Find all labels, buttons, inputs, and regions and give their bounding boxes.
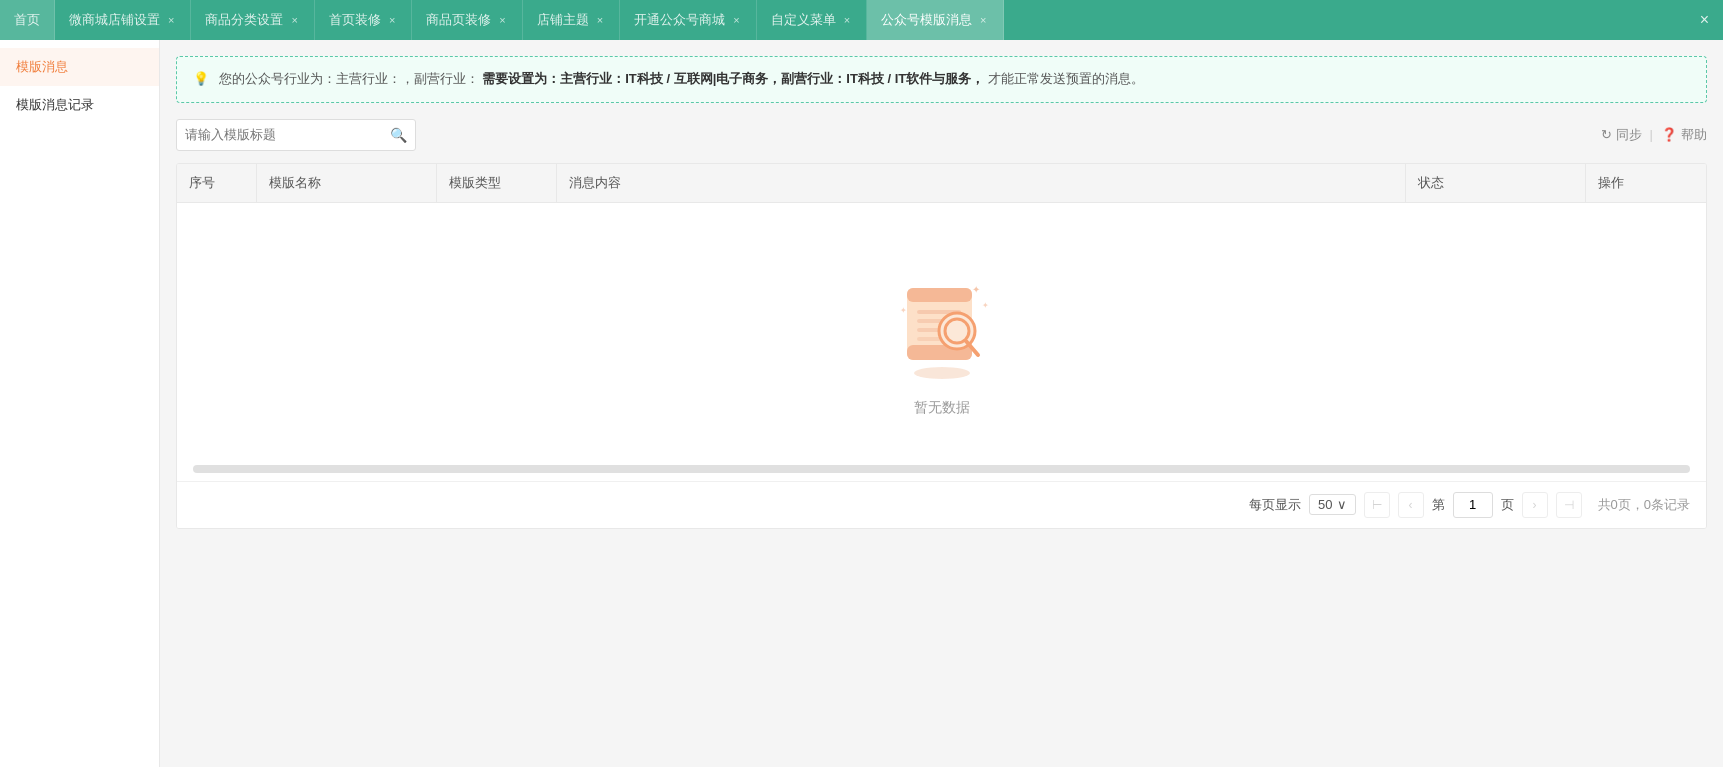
nav-tab-close-8[interactable]: × (978, 13, 988, 27)
th-5: 操作 (1586, 164, 1706, 202)
data-table: 序号模版名称模版类型消息内容状态操作 (176, 163, 1707, 529)
sidebar-item-0[interactable]: 模版消息 (0, 48, 159, 86)
nav-tab-1[interactable]: 微商城店铺设置× (55, 0, 191, 40)
nav-tab-7[interactable]: 自定义菜单× (757, 0, 867, 40)
svg-text:✦: ✦ (982, 301, 989, 310)
nav-tab-6[interactable]: 开通公众号商城× (620, 0, 756, 40)
sidebar-item-1[interactable]: 模版消息记录 (0, 86, 159, 124)
nav-tab-close-6[interactable]: × (731, 13, 741, 27)
svg-text:✦: ✦ (900, 306, 907, 315)
nav-tab-8[interactable]: 公众号模版消息× (867, 0, 1003, 40)
horizontal-scrollbar[interactable] (193, 465, 1690, 473)
table-header: 序号模版名称模版类型消息内容状态操作 (177, 164, 1706, 203)
pagination-bar: 每页显示 50 ∨ ⊢ ‹ 第 页 › ⊣ 共0页，0条记录 (177, 481, 1706, 528)
nav-tab-3[interactable]: 首页装修× (315, 0, 412, 40)
nav-tab-close-4[interactable]: × (497, 13, 507, 27)
content-area: 💡 您的公众号行业为：主营行业：，副营行业： 需要设置为：主营行业：IT科技 /… (160, 40, 1723, 767)
page-prev-button[interactable]: ‹ (1398, 492, 1424, 518)
page-number-input[interactable] (1453, 492, 1493, 518)
th-4: 状态 (1406, 164, 1586, 202)
page-total: 共0页，0条记录 (1598, 496, 1690, 514)
page-first-button[interactable]: ⊢ (1364, 492, 1390, 518)
page-size-select[interactable]: 50 ∨ (1309, 494, 1355, 515)
th-3: 消息内容 (557, 164, 1406, 202)
notice-highlight: 需要设置为：主营行业：IT科技 / 互联网|电子商务，副营行业：IT科技 / I… (482, 71, 984, 86)
search-icon[interactable]: 🔍 (390, 127, 407, 143)
help-label: 帮助 (1681, 126, 1707, 144)
notice-box: 💡 您的公众号行业为：主营行业：，副营行业： 需要设置为：主营行业：IT科技 /… (176, 56, 1707, 103)
sync-button[interactable]: ↻ 同步 (1601, 126, 1642, 144)
notice-prefix: 您的公众号行业为：主营行业：，副营行业： (219, 71, 479, 86)
page-size-value: 50 (1318, 497, 1332, 512)
search-input-wrap: 🔍 (176, 119, 416, 151)
notice-icon: 💡 (193, 71, 209, 86)
empty-text: 暂无数据 (914, 399, 970, 417)
top-nav: 首页微商城店铺设置×商品分类设置×首页装修×商品页装修×店铺主题×开通公众号商城… (0, 0, 1723, 40)
help-button[interactable]: ❓ 帮助 (1661, 126, 1707, 144)
page-last-button[interactable]: ⊣ (1556, 492, 1582, 518)
nav-tab-0[interactable]: 首页 (0, 0, 55, 40)
toolbar-right: ↻ 同步 | ❓ 帮助 (1601, 126, 1707, 144)
nav-tab-2[interactable]: 商品分类设置× (191, 0, 314, 40)
page-next-button[interactable]: › (1522, 492, 1548, 518)
nav-tab-close-1[interactable]: × (166, 13, 176, 27)
page-size-label: 每页显示 (1249, 496, 1301, 514)
svg-point-0 (914, 367, 970, 379)
nav-tab-close-2[interactable]: × (289, 13, 299, 27)
empty-icon: ✦ ✦ ✦ (882, 263, 1002, 383)
nav-tab-4[interactable]: 商品页装修× (412, 0, 522, 40)
sync-icon: ↻ (1601, 127, 1612, 142)
page-label: 页 (1501, 496, 1514, 514)
notice-suffix: 才能正常发送预置的消息。 (988, 71, 1144, 86)
nav-tab-5[interactable]: 店铺主题× (523, 0, 620, 40)
sidebar: 模版消息模版消息记录 (0, 40, 160, 767)
sync-label: 同步 (1616, 126, 1642, 144)
nav-tab-close-7[interactable]: × (842, 13, 852, 27)
help-icon: ❓ (1661, 127, 1677, 142)
th-0: 序号 (177, 164, 257, 202)
close-all-button[interactable]: × (1686, 0, 1723, 40)
svg-text:✦: ✦ (972, 284, 980, 295)
page-size-dropdown-icon: ∨ (1337, 497, 1347, 512)
page-first-label: 第 (1432, 496, 1445, 514)
th-1: 模版名称 (257, 164, 437, 202)
search-input[interactable] (185, 127, 390, 142)
toolbar-divider: | (1650, 127, 1653, 142)
svg-rect-2 (907, 288, 972, 302)
th-2: 模版类型 (437, 164, 557, 202)
scrollbar-area (177, 457, 1706, 481)
main-layout: 模版消息模版消息记录 💡 您的公众号行业为：主营行业：，副营行业： 需要设置为：… (0, 40, 1723, 767)
nav-tab-close-3[interactable]: × (387, 13, 397, 27)
nav-tab-close-5[interactable]: × (595, 13, 605, 27)
search-bar: 🔍 ↻ 同步 | ❓ 帮助 (176, 119, 1707, 151)
empty-state: ✦ ✦ ✦ 暂无数据 (177, 203, 1706, 457)
